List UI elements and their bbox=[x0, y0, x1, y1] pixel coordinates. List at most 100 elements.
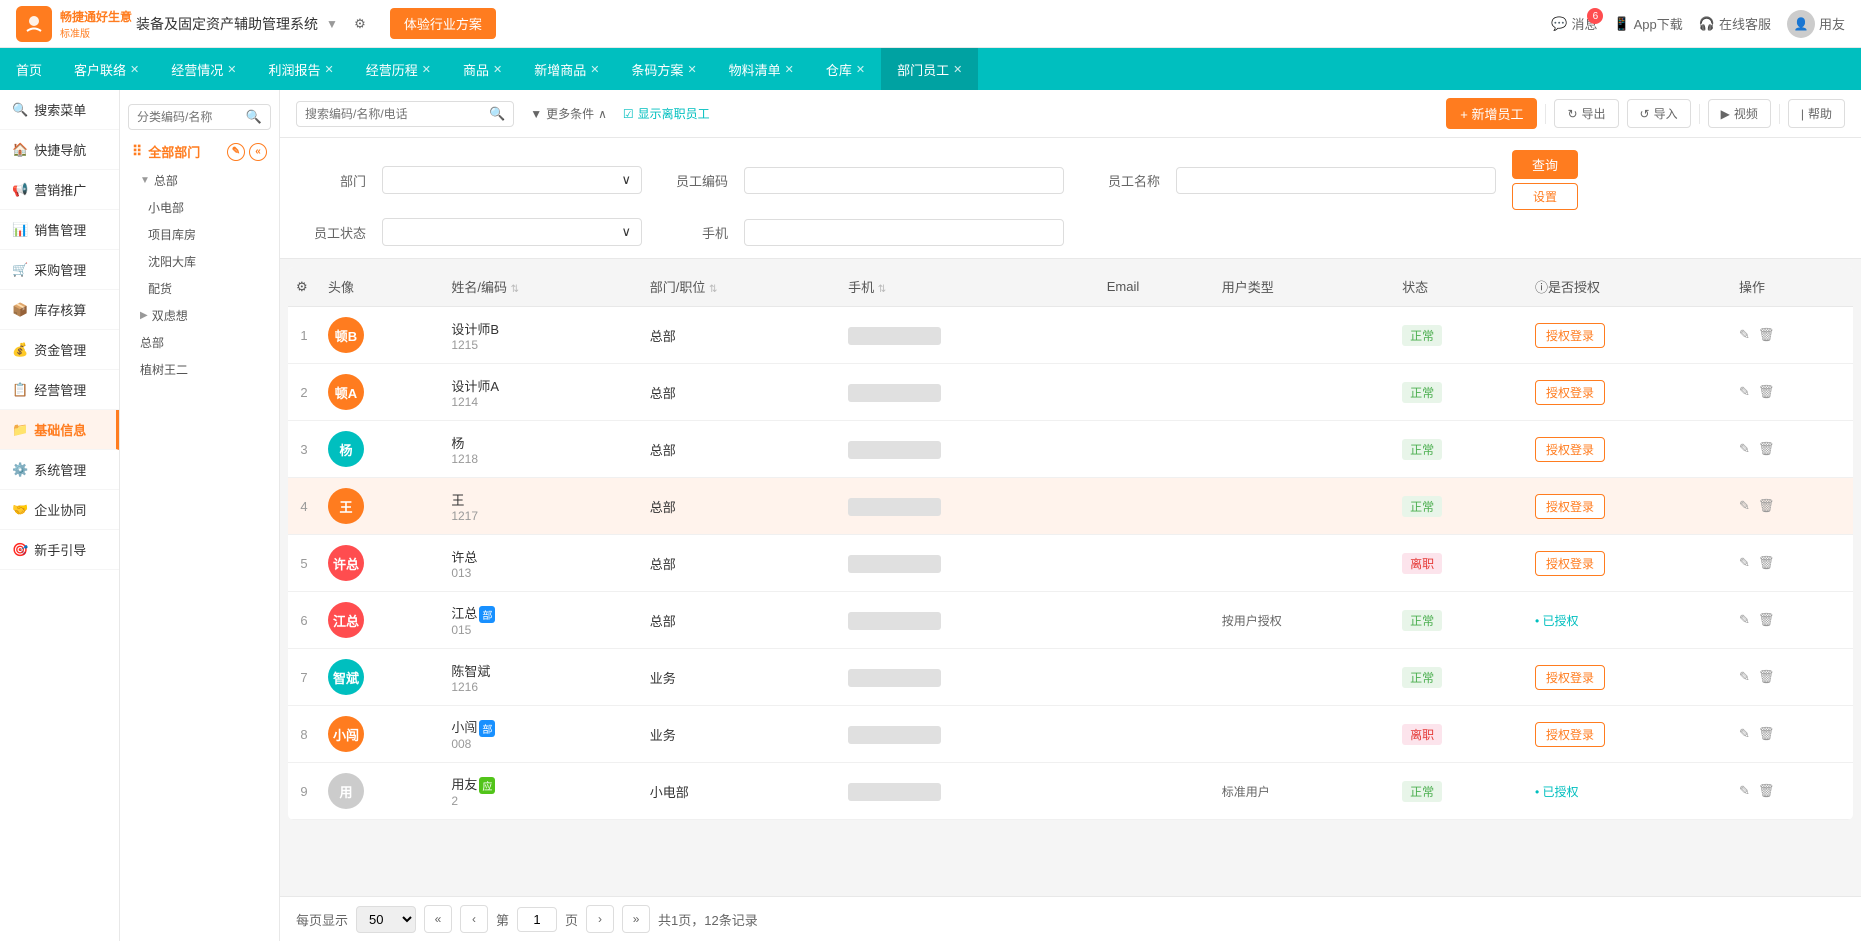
auth-login-btn[interactable]: 授权登录 bbox=[1535, 437, 1605, 462]
phone-input[interactable] bbox=[744, 219, 1064, 246]
delete-icon[interactable]: 🗑 bbox=[1758, 384, 1775, 400]
emp-code-input[interactable] bbox=[744, 167, 1064, 194]
auth-login-btn[interactable]: 授权登录 bbox=[1535, 380, 1605, 405]
online-service-item[interactable]: 🎧 在线客服 bbox=[1699, 14, 1771, 33]
sort-dept-icon[interactable]: ⇅ bbox=[709, 284, 717, 295]
delete-icon[interactable]: 🗑 bbox=[1758, 612, 1775, 628]
sidebar-item-nav[interactable]: 🏠 快捷导航 bbox=[0, 130, 119, 170]
delete-icon[interactable]: 🗑 bbox=[1758, 327, 1775, 343]
col-name-code[interactable]: 姓名/编码 ⇅ bbox=[443, 267, 641, 307]
col-phone[interactable]: 手机 ⇅ bbox=[840, 267, 1099, 307]
nav-item-dept[interactable]: 部门员工✕ bbox=[881, 48, 978, 90]
sidebar-item-sales[interactable]: 📊 销售管理 bbox=[0, 210, 119, 250]
emp-status-select[interactable]: ∨ bbox=[382, 218, 642, 246]
nav-item-history[interactable]: 经营历程✕ bbox=[350, 48, 447, 90]
nav-item-operations[interactable]: 经营情况✕ bbox=[155, 48, 252, 90]
help-btn[interactable]: | 帮助 bbox=[1788, 99, 1845, 128]
nav-close-profit[interactable]: ✕ bbox=[325, 63, 334, 76]
edit-icon[interactable]: ✎ bbox=[1739, 384, 1750, 400]
page-size-select[interactable]: 50 100 bbox=[356, 906, 416, 933]
sidebar-item-basic[interactable]: 📁 基础信息 bbox=[0, 410, 119, 450]
edit-icon[interactable]: ✎ bbox=[1739, 441, 1750, 457]
edit-icon[interactable]: ✎ bbox=[1739, 726, 1750, 742]
nav-item-profit[interactable]: 利润报告✕ bbox=[252, 48, 349, 90]
sort-phone-icon[interactable]: ⇅ bbox=[878, 284, 886, 295]
page-input[interactable] bbox=[517, 907, 557, 932]
sidebar-item-search[interactable]: 🔍 搜索菜单 bbox=[0, 90, 119, 130]
add-employee-btn[interactable]: + 新增员工 bbox=[1446, 98, 1537, 129]
system-dropdown-arrow[interactable]: ▼ bbox=[326, 17, 338, 31]
delete-icon[interactable]: 🗑 bbox=[1758, 498, 1775, 514]
user-item[interactable]: 👤 用友 bbox=[1787, 10, 1845, 38]
edit-icon[interactable]: ✎ bbox=[1739, 555, 1750, 571]
auth-login-btn[interactable]: 授权登录 bbox=[1535, 722, 1605, 747]
edit-icon[interactable]: ✎ bbox=[1739, 498, 1750, 514]
nav-close-goods[interactable]: ✕ bbox=[493, 63, 502, 76]
sidebar-item-guide[interactable]: 🎯 新手引导 bbox=[0, 530, 119, 570]
delete-icon[interactable]: 🗑 bbox=[1758, 726, 1775, 742]
next-page-btn[interactable]: › bbox=[586, 905, 614, 933]
nav-close-barcode[interactable]: ✕ bbox=[687, 63, 696, 76]
nav-close-bom[interactable]: ✕ bbox=[785, 63, 794, 76]
dept-node-zhishu[interactable]: 植树王二 bbox=[120, 356, 279, 383]
app-download-item[interactable]: 📱 App下载 bbox=[1613, 14, 1682, 33]
dept-node-zongbu2[interactable]: 总部 bbox=[120, 329, 279, 356]
col-settings[interactable]: ⚙ bbox=[288, 267, 320, 307]
message-item[interactable]: 💬 消息 6 bbox=[1551, 14, 1597, 33]
auth-login-btn[interactable]: 授权登录 bbox=[1535, 665, 1605, 690]
dept-filter-select[interactable]: ∨ bbox=[382, 166, 642, 194]
nav-item-home[interactable]: 首页 bbox=[0, 48, 58, 90]
delete-icon[interactable]: 🗑 bbox=[1758, 441, 1775, 457]
delete-icon[interactable]: 🗑 bbox=[1758, 669, 1775, 685]
dept-node-shenyang[interactable]: 沈阳大库 bbox=[120, 248, 279, 275]
dept-node-peihuo[interactable]: 配货 bbox=[120, 275, 279, 302]
sidebar-item-inventory[interactable]: 📦 库存核算 bbox=[0, 290, 119, 330]
search-input[interactable] bbox=[305, 107, 485, 121]
import-btn[interactable]: ↺ 导入 bbox=[1627, 99, 1691, 128]
setting-btn[interactable]: 设置 bbox=[1512, 183, 1578, 210]
edit-icon[interactable]: ✎ bbox=[1739, 669, 1750, 685]
auth-login-btn[interactable]: 授权登录 bbox=[1535, 494, 1605, 519]
query-btn[interactable]: 查询 bbox=[1512, 150, 1578, 179]
sidebar-item-finance[interactable]: 💰 资金管理 bbox=[0, 330, 119, 370]
nav-close-dept[interactable]: ✕ bbox=[953, 63, 962, 76]
delete-icon[interactable]: 🗑 bbox=[1758, 555, 1775, 571]
first-page-btn[interactable]: « bbox=[424, 905, 452, 933]
last-page-btn[interactable]: » bbox=[622, 905, 650, 933]
settings-icon[interactable]: ⚙ bbox=[346, 10, 374, 38]
show-resigned-checkbox[interactable]: ☑ 显示离职员工 bbox=[623, 105, 710, 122]
edit-icon[interactable]: ✎ bbox=[1739, 783, 1750, 799]
nav-close-addgoods[interactable]: ✕ bbox=[590, 63, 599, 76]
sidebar-item-marketing[interactable]: 📢 营销推广 bbox=[0, 170, 119, 210]
nav-item-bom[interactable]: 物料清单✕ bbox=[713, 48, 810, 90]
dept-search-input[interactable] bbox=[137, 110, 242, 124]
export-btn[interactable]: ↻ 导出 bbox=[1554, 99, 1618, 128]
auth-login-btn[interactable]: 授权登录 bbox=[1535, 323, 1605, 348]
trial-button[interactable]: 体验行业方案 bbox=[390, 8, 496, 39]
sidebar-item-collab[interactable]: 🤝 企业协同 bbox=[0, 490, 119, 530]
dept-node-zongbu[interactable]: ▼ 总部 bbox=[120, 167, 279, 194]
sidebar-item-system[interactable]: ⚙️ 系统管理 bbox=[0, 450, 119, 490]
edit-icon[interactable]: ✎ bbox=[1739, 327, 1750, 343]
edit-icon[interactable]: ✎ bbox=[1739, 612, 1750, 628]
search-btn-icon[interactable]: 🔍 bbox=[489, 106, 505, 122]
more-filter-btn[interactable]: ▼ 更多条件 ∧ bbox=[522, 101, 615, 126]
nav-close-ops[interactable]: ✕ bbox=[227, 63, 236, 76]
dept-search-icon[interactable]: 🔍 bbox=[246, 109, 262, 125]
nav-item-add-goods[interactable]: 新增商品✕ bbox=[518, 48, 615, 90]
dept-node-shuangluxiang[interactable]: ▶ 双虑想 bbox=[120, 302, 279, 329]
nav-item-warehouse[interactable]: 仓库✕ bbox=[810, 48, 881, 90]
nav-item-customer[interactable]: 客户联络✕ bbox=[58, 48, 155, 90]
nav-close-history[interactable]: ✕ bbox=[422, 63, 431, 76]
sidebar-item-purchase[interactable]: 🛒 采购管理 bbox=[0, 250, 119, 290]
nav-close-customer[interactable]: ✕ bbox=[130, 63, 139, 76]
nav-close-warehouse[interactable]: ✕ bbox=[856, 63, 865, 76]
col-dept[interactable]: 部门/职位 ⇅ bbox=[642, 267, 840, 307]
view-btn[interactable]: ▶ 视频 bbox=[1708, 99, 1771, 128]
delete-icon[interactable]: 🗑 bbox=[1758, 783, 1775, 799]
auth-login-btn[interactable]: 授权登录 bbox=[1535, 551, 1605, 576]
dept-edit-btn[interactable]: ✎ bbox=[227, 143, 245, 161]
prev-page-btn[interactable]: ‹ bbox=[460, 905, 488, 933]
emp-name-input[interactable] bbox=[1176, 167, 1496, 194]
nav-item-barcode[interactable]: 条码方案✕ bbox=[615, 48, 712, 90]
